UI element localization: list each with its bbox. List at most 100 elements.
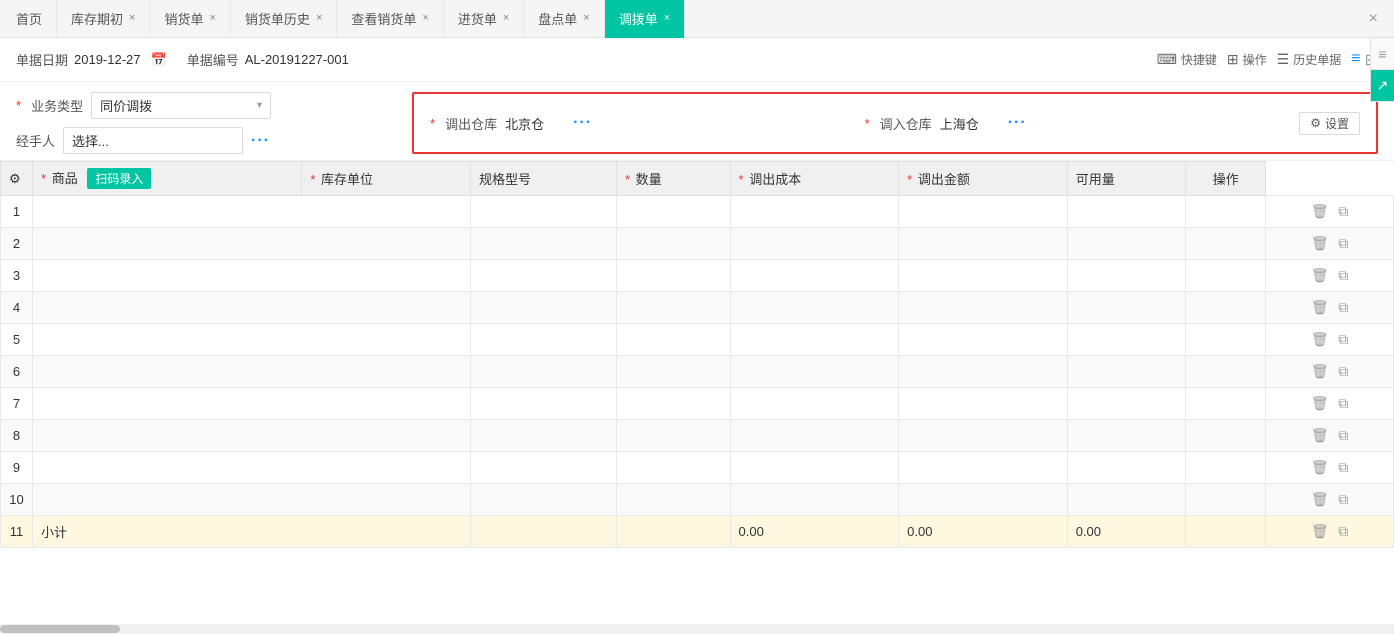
spec-cell[interactable] — [616, 452, 730, 484]
cost-cell[interactable] — [899, 420, 1068, 452]
product-cell[interactable] — [33, 452, 471, 484]
qty-cell[interactable] — [730, 484, 899, 516]
cost-cell[interactable] — [899, 484, 1068, 516]
amount-cell[interactable] — [1067, 452, 1185, 484]
delete-row-icon[interactable]: 🗑 — [1311, 427, 1329, 443]
amount-cell[interactable] — [1067, 324, 1185, 356]
copy-row-icon[interactable]: ⧉ — [1338, 395, 1348, 411]
copy-row-icon[interactable]: ⧉ — [1338, 331, 1348, 347]
source-warehouse-more-btn[interactable]: ··· — [573, 114, 592, 132]
delete-row-icon[interactable]: 🗑 — [1311, 491, 1329, 507]
spec-cell[interactable] — [616, 228, 730, 260]
copy-row-icon[interactable]: ⧉ — [1338, 427, 1348, 443]
unit-cell[interactable] — [470, 196, 616, 228]
unit-cell[interactable] — [470, 324, 616, 356]
qty-cell[interactable] — [730, 260, 899, 292]
horizontal-scrollbar[interactable] — [0, 624, 1394, 634]
business-type-select[interactable]: 同价调拨 ▾ — [91, 92, 271, 119]
delete-row-icon[interactable]: 🗑 — [1311, 331, 1329, 347]
settings-button[interactable]: ⚙ 设置 — [1299, 112, 1360, 135]
qty-cell[interactable] — [730, 420, 899, 452]
copy-subtotal-icon[interactable]: ⧉ — [1338, 523, 1348, 539]
unit-cell[interactable] — [470, 484, 616, 516]
copy-row-icon[interactable]: ⧉ — [1338, 491, 1348, 507]
cost-cell[interactable] — [899, 292, 1068, 324]
tab-sales-history[interactable]: 销货单历史 × — [231, 0, 337, 38]
qty-cell[interactable] — [730, 356, 899, 388]
qty-cell[interactable] — [730, 228, 899, 260]
delete-subtotal-icon[interactable]: 🗑 — [1311, 523, 1329, 539]
spec-cell[interactable] — [616, 484, 730, 516]
cost-cell[interactable] — [899, 356, 1068, 388]
spec-cell[interactable] — [616, 260, 730, 292]
delete-row-icon[interactable]: 🗑 — [1311, 203, 1329, 219]
cost-cell[interactable] — [899, 196, 1068, 228]
tab-inventory-check[interactable]: 盘点单 × — [524, 0, 604, 38]
cost-cell[interactable] — [899, 260, 1068, 292]
unit-cell[interactable] — [470, 356, 616, 388]
target-warehouse-more-btn[interactable]: ··· — [1008, 114, 1027, 132]
available-cell[interactable] — [1186, 452, 1266, 484]
delete-row-icon[interactable]: 🗑 — [1311, 459, 1329, 475]
unit-cell[interactable] — [470, 388, 616, 420]
delete-row-icon[interactable]: 🗑 — [1311, 235, 1329, 251]
spec-cell[interactable] — [616, 420, 730, 452]
available-cell[interactable] — [1186, 420, 1266, 452]
shortcut-btn[interactable]: ⌨ 快捷键 — [1157, 51, 1217, 68]
unit-cell[interactable] — [470, 452, 616, 484]
tab-transfer[interactable]: 调拨单 × — [605, 0, 685, 38]
available-cell[interactable] — [1186, 324, 1266, 356]
product-cell[interactable] — [33, 388, 471, 420]
product-cell[interactable] — [33, 260, 471, 292]
sidebar-list-icon[interactable]: ≡ — [1371, 38, 1394, 70]
qty-cell[interactable] — [730, 324, 899, 356]
scrollbar-thumb[interactable] — [0, 625, 120, 633]
close-all-tabs[interactable]: × — [1361, 6, 1386, 32]
qty-cell[interactable] — [730, 292, 899, 324]
copy-row-icon[interactable]: ⧉ — [1338, 203, 1348, 219]
tab-home[interactable]: 首页 — [8, 0, 57, 38]
qty-cell[interactable] — [730, 388, 899, 420]
available-cell[interactable] — [1186, 356, 1266, 388]
spec-cell[interactable] — [616, 324, 730, 356]
unit-cell[interactable] — [470, 292, 616, 324]
amount-cell[interactable] — [1067, 484, 1185, 516]
spec-cell[interactable] — [616, 388, 730, 420]
copy-row-icon[interactable]: ⧉ — [1338, 267, 1348, 283]
copy-row-icon[interactable]: ⧉ — [1338, 363, 1348, 379]
copy-row-icon[interactable]: ⧉ — [1338, 235, 1348, 251]
calendar-icon[interactable]: 📅 — [151, 52, 167, 68]
product-cell[interactable] — [33, 484, 471, 516]
tab-close-purchase[interactable]: × — [503, 13, 509, 24]
col-header-gear[interactable]: ⚙ — [1, 162, 33, 196]
available-cell[interactable] — [1186, 196, 1266, 228]
available-cell[interactable] — [1186, 260, 1266, 292]
delete-row-icon[interactable]: 🗑 — [1311, 363, 1329, 379]
copy-row-icon[interactable]: ⧉ — [1338, 299, 1348, 315]
person-more-btn[interactable]: ··· — [251, 132, 270, 150]
product-cell[interactable] — [33, 292, 471, 324]
product-cell[interactable] — [33, 196, 471, 228]
amount-cell[interactable] — [1067, 388, 1185, 420]
unit-cell[interactable] — [470, 420, 616, 452]
product-cell[interactable] — [33, 420, 471, 452]
operations-btn[interactable]: ⊞ 操作 — [1227, 51, 1267, 68]
amount-cell[interactable] — [1067, 260, 1185, 292]
scan-entry-button[interactable]: 扫码录入 — [87, 168, 151, 189]
delete-row-icon[interactable]: 🗑 — [1311, 395, 1329, 411]
qty-cell[interactable] — [730, 452, 899, 484]
product-cell[interactable] — [33, 324, 471, 356]
person-select[interactable]: 选择... — [63, 127, 243, 154]
cost-cell[interactable] — [899, 388, 1068, 420]
tab-close-inventory-check[interactable]: × — [583, 13, 589, 24]
tab-close-sales-history[interactable]: × — [316, 13, 322, 24]
tab-close-sales-order[interactable]: × — [209, 13, 215, 24]
spec-cell[interactable] — [616, 292, 730, 324]
tab-close-view-sales[interactable]: × — [422, 13, 428, 24]
product-cell[interactable] — [33, 356, 471, 388]
unit-cell[interactable] — [470, 260, 616, 292]
available-cell[interactable] — [1186, 228, 1266, 260]
spec-cell[interactable] — [616, 196, 730, 228]
available-cell[interactable] — [1186, 292, 1266, 324]
cost-cell[interactable] — [899, 228, 1068, 260]
